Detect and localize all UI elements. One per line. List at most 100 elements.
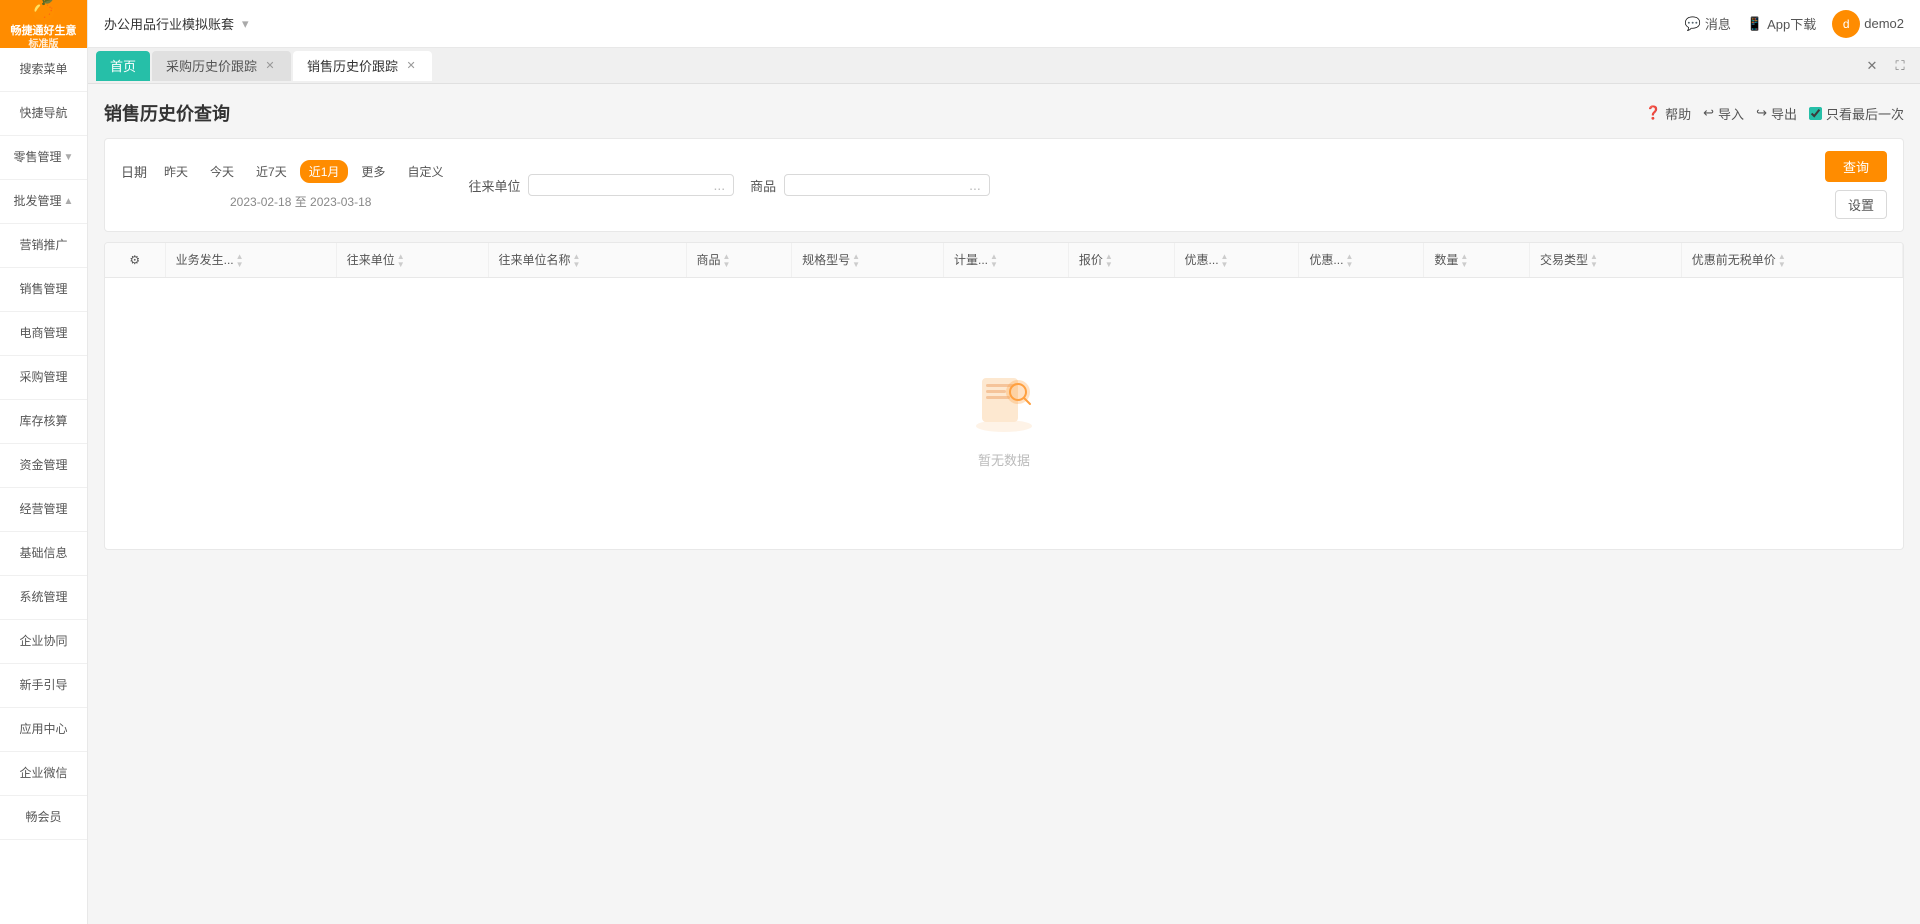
sidebar-item-label: 电商管理 [19,325,67,342]
sort-arrows-icon: ▲▼ [1590,253,1598,269]
fullscreen-btn[interactable]: ⛶ [1888,54,1912,78]
col-header-price[interactable]: 报价▲▼ [1068,243,1174,277]
sidebar-item-purchase_mgmt[interactable]: 采购管理 [0,356,87,400]
topbar-dropdown-icon[interactable]: ▾ [242,16,249,32]
col-header-product[interactable]: 商品▲▼ [686,243,792,277]
sidebar-item-search[interactable]: 搜索菜单 [0,48,87,92]
app-logo: 🍊 畅捷通好生意 标准版 [0,0,87,48]
user-name: demo2 [1864,16,1904,31]
topbar-title: 办公用品行业模拟账套 [104,14,234,33]
sidebar-item-enterprise[interactable]: 企业协同 [0,620,87,664]
sidebar-item-label: 搜索菜单 [19,61,67,78]
col-header-discount1[interactable]: 优惠...▲▼ [1174,243,1299,277]
sidebar-item-label: 库存核算 [19,413,67,430]
page-header: 销售历史价查询 ❓ 帮助 ↩ 导入 ↪ 导出 只看最后一次 [104,100,1904,126]
close-all-tabs-btn[interactable]: ✕ [1860,54,1884,78]
main-area: 办公用品行业模拟账套 ▾ 💬 消息 📱 App下载 d demo2 首页 采购历… [88,0,1920,924]
sort-arrows-icon: ▲▼ [573,253,581,269]
tab-sales-close[interactable]: ✕ [404,59,418,73]
sidebar-item-shortcut[interactable]: 快捷导航 [0,92,87,136]
settings-btn[interactable]: 设置 [1835,190,1887,219]
sort-arrows-icon: ▲▼ [1460,253,1468,269]
sidebar-item-label: 企业协同 [19,633,67,650]
product-input-wrap: ... [784,174,990,196]
date-btn-更多[interactable]: 更多 [352,160,394,183]
sidebar-item-inventory[interactable]: 库存核算 [0,400,87,444]
sidebar-item-label: 基础信息 [19,545,67,562]
sidebar-item-member[interactable]: 畅会员 [0,796,87,840]
sidebar-item-sales_mgmt[interactable]: 销售管理 [0,268,87,312]
query-btn[interactable]: 查询 [1825,151,1887,182]
sort-arrows-icon: ▲▼ [990,253,998,269]
partner-dots[interactable]: ... [713,177,725,193]
sidebar-item-wholesale[interactable]: 批发管理▲ [0,180,87,224]
sort-arrows-icon: ▲▼ [1105,253,1113,269]
date-btn-昨天[interactable]: 昨天 [155,160,197,183]
message-icon: 💬 [1685,16,1701,32]
empty-text: 暂无数据 [978,450,1030,469]
user-profile[interactable]: d demo2 [1832,10,1904,38]
col-header-biz_date[interactable]: 业务发生...▲▼ [165,243,336,277]
tab-home-label: 首页 [110,56,136,75]
import-icon: ↩ [1703,105,1714,121]
message-label: 消息 [1705,14,1731,33]
tab-sales[interactable]: 销售历史价跟踪 ✕ [293,51,432,81]
export-btn[interactable]: ↪ 导出 [1756,104,1797,123]
sidebar-item-label: 批发管理 [14,193,62,210]
date-btn-今天[interactable]: 今天 [201,160,243,183]
sidebar-item-label: 应用中心 [19,721,67,738]
col-header-discount2[interactable]: 优惠...▲▼ [1299,243,1424,277]
col-header-partner_name[interactable]: 往来单位名称▲▼ [488,243,686,277]
col-header-no_tax_price[interactable]: 优惠前无税单价▲▼ [1681,243,1902,277]
date-filter-label: 日期 [121,162,147,181]
only-last-checkbox-label[interactable]: 只看最后一次 [1809,104,1904,123]
sidebar-item-finance[interactable]: 资金管理 [0,444,87,488]
app-download-btn[interactable]: 📱 App下载 [1747,14,1816,33]
col-header-spec[interactable]: 规格型号▲▼ [792,243,944,277]
download-icon: 📱 [1747,16,1763,32]
partner-filter-group: 往来单位 ... [468,174,734,196]
product-dots[interactable]: ... [969,177,981,193]
import-label: 导入 [1718,104,1744,123]
product-filter-group: 商品 ... [750,174,990,196]
export-label: 导出 [1771,104,1797,123]
tab-home[interactable]: 首页 [96,51,150,81]
product-input[interactable] [793,178,969,193]
sidebar-item-retail[interactable]: 零售管理▼ [0,136,87,180]
sidebar-item-label: 畅会员 [25,809,61,826]
sort-arrows-icon: ▲▼ [397,253,405,269]
col-header-trade_type[interactable]: 交易类型▲▼ [1529,243,1681,277]
topbar-right: 💬 消息 📱 App下载 d demo2 [1685,10,1904,38]
page-actions: ❓ 帮助 ↩ 导入 ↪ 导出 只看最后一次 [1645,104,1904,123]
sidebar-item-operations[interactable]: 经营管理 [0,488,87,532]
sidebar-item-label: 系统管理 [19,589,67,606]
col-header-partner_code[interactable]: 往来单位▲▼ [336,243,488,277]
tab-purchase-label: 采购历史价跟踪 [166,56,257,75]
sort-arrows-icon: ▲▼ [1221,253,1229,269]
sidebar-item-basic_info[interactable]: 基础信息 [0,532,87,576]
date-filter-group: 日期 昨天今天近7天近1月更多自定义 2023-02-18 至 2023-03-… [121,160,452,210]
sidebar-item-system[interactable]: 系统管理 [0,576,87,620]
sidebar-arrow-icon: ▼ [64,151,74,165]
tab-purchase-close[interactable]: ✕ [263,59,277,73]
only-last-checkbox[interactable] [1809,107,1822,120]
gear-settings-icon[interactable]: ⚙ [115,253,155,267]
tabbar: 首页 采购历史价跟踪 ✕ 销售历史价跟踪 ✕ ✕ ⛶ [88,48,1920,84]
help-btn[interactable]: ❓ 帮助 [1645,104,1691,123]
date-btn-自定义[interactable]: 自定义 [398,160,452,183]
col-header-unit[interactable]: 计量...▲▼ [943,243,1068,277]
date-btn-近7天[interactable]: 近7天 [247,160,296,183]
sidebar-item-ecommerce[interactable]: 电商管理 [0,312,87,356]
content-area: 销售历史价查询 ❓ 帮助 ↩ 导入 ↪ 导出 只看最后一次 [88,84,1920,924]
message-btn[interactable]: 💬 消息 [1685,14,1731,33]
sidebar-item-wechat[interactable]: 企业微信 [0,752,87,796]
partner-input[interactable] [537,178,713,193]
col-header-quantity[interactable]: 数量▲▼ [1424,243,1530,277]
tab-purchase[interactable]: 采购历史价跟踪 ✕ [152,51,291,81]
sidebar-item-guide[interactable]: 新手引导 [0,664,87,708]
sidebar-item-marketing[interactable]: 营销推广 [0,224,87,268]
sidebar-item-label: 快捷导航 [19,105,67,122]
sidebar-item-apps[interactable]: 应用中心 [0,708,87,752]
import-btn[interactable]: ↩ 导入 [1703,104,1744,123]
date-btn-近1月[interactable]: 近1月 [300,160,349,183]
